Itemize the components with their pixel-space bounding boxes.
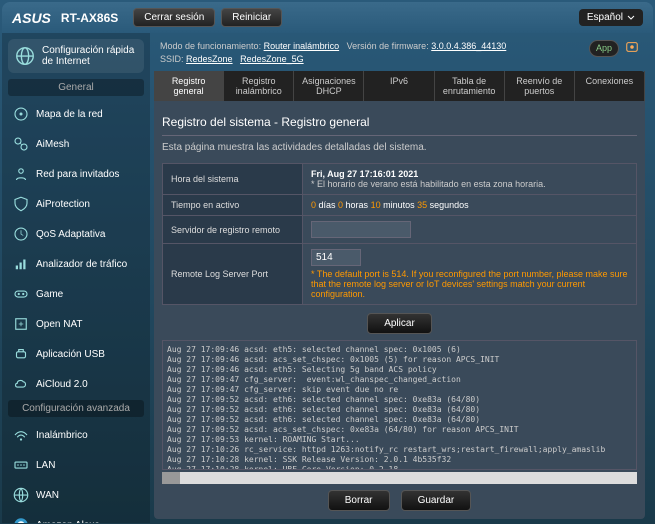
tab-asignaciones-dhcp[interactable]: Asignaciones DHCP <box>294 71 364 101</box>
sidebar-section-general: General <box>8 79 144 96</box>
brand-logo: ASUS <box>12 10 51 26</box>
notification-icon[interactable] <box>625 40 639 54</box>
language-label: Español <box>587 12 623 23</box>
ssid2-link[interactable]: RedesZone_5G <box>240 54 304 64</box>
clear-button[interactable]: Borrar <box>328 490 390 511</box>
sidebar-item-label: QoS Adaptativa <box>36 229 106 240</box>
sidebar-item-mapa-de-la-red[interactable]: Mapa de la red <box>8 100 144 128</box>
sidebar-item-label: Open NAT <box>36 319 83 330</box>
sidebar-item-game[interactable]: Game <box>8 280 144 308</box>
remote-server-label: Servidor de registro remoto <box>163 216 303 244</box>
sidebar-icon <box>12 255 30 273</box>
sidebar-item-amazon-alexa[interactable]: Amazon Alexa <box>8 511 144 523</box>
logout-button[interactable]: Cerrar sesión <box>133 8 215 27</box>
sidebar-item-label: Aplicación USB <box>36 349 105 360</box>
sidebar-quick-setup[interactable]: Configuración rápida de Internet <box>8 39 144 73</box>
tab-registro-general[interactable]: Registro general <box>154 71 224 101</box>
sidebar-icon <box>12 105 30 123</box>
panel-title: Registro del sistema - Registro general <box>162 109 637 136</box>
sidebar-quick-label: Configuración rápida de Internet <box>42 45 138 67</box>
sidebar-icon <box>12 195 30 213</box>
sidebar-item-label: Red para invitados <box>36 169 119 180</box>
sidebar-icon <box>12 135 30 153</box>
tab-ipv6[interactable]: IPv6 <box>364 71 434 101</box>
sidebar-icon <box>12 165 30 183</box>
mode-label: Modo de funcionamiento: <box>160 41 261 51</box>
main-panel: Registro del sistema - Registro general … <box>154 101 645 519</box>
remote-port-input[interactable] <box>311 249 361 266</box>
settings-table: Hora del sistema Fri, Aug 27 17:16:01 20… <box>162 163 637 305</box>
sidebar-icon <box>12 285 30 303</box>
model-name: RT-AX86S <box>61 11 118 25</box>
sidebar-item-red-para-invitados[interactable]: Red para invitados <box>8 160 144 188</box>
systime-value: Fri, Aug 27 17:16:01 2021 <box>311 169 418 179</box>
sidebar-item-label: LAN <box>36 460 55 471</box>
ssid-label: SSID: <box>160 54 184 64</box>
sidebar-item-analizador-de-tr-fico[interactable]: Analizador de tráfico <box>8 250 144 278</box>
fw-link[interactable]: 3.0.0.4.386_44130 <box>431 41 506 51</box>
globe-icon <box>14 45 36 67</box>
systime-label: Hora del sistema <box>163 164 303 195</box>
log-scrollbar-horizontal[interactable] <box>162 472 637 484</box>
sidebar: Configuración rápida de Internet General… <box>2 33 150 523</box>
tab-conexiones[interactable]: Conexiones <box>575 71 645 101</box>
remote-port-label: Remote Log Server Port <box>163 244 303 305</box>
sidebar-icon <box>12 375 30 393</box>
remote-server-input[interactable] <box>311 221 411 238</box>
mode-link[interactable]: Router inalámbrico <box>264 41 340 51</box>
sidebar-item-label: Mapa de la red <box>36 109 103 120</box>
reboot-button[interactable]: Reiniciar <box>221 8 282 27</box>
app-pill[interactable]: App <box>589 40 619 57</box>
sidebar-icon <box>12 516 30 523</box>
sidebar-item-label: AiProtection <box>36 199 90 210</box>
sidebar-item-wan[interactable]: WAN <box>8 481 144 509</box>
apply-button[interactable]: Aplicar <box>367 313 432 334</box>
save-button[interactable]: Guardar <box>401 490 472 511</box>
uptime-label: Tiempo en activo <box>163 195 303 216</box>
sidebar-item-aicloud-2-0[interactable]: AiCloud 2.0 <box>8 370 144 398</box>
sidebar-item-label: Inalámbrico <box>36 430 88 441</box>
sidebar-section-advanced: Configuración avanzada <box>8 400 144 417</box>
sidebar-item-label: Analizador de tráfico <box>36 259 127 270</box>
sidebar-item-inal-mbrico[interactable]: Inalámbrico <box>8 421 144 449</box>
tab-tabla-de-enrutamiento[interactable]: Tabla de enrutamiento <box>435 71 505 101</box>
fw-label: Versión de firmware: <box>347 41 429 51</box>
sidebar-icon <box>12 426 30 444</box>
language-selector[interactable]: Español <box>579 9 643 26</box>
ssid1-link[interactable]: RedesZone <box>186 54 233 64</box>
sidebar-icon <box>12 315 30 333</box>
systime-note: * El horario de verano está habilitado e… <box>311 179 546 189</box>
panel-desc: Esta página muestra las actividades deta… <box>162 142 637 153</box>
sidebar-icon <box>12 486 30 504</box>
tab-reenv-o-de-puertos[interactable]: Reenvío de puertos <box>505 71 575 101</box>
sidebar-item-open-nat[interactable]: Open NAT <box>8 310 144 338</box>
tabs: Registro generalRegistro inalámbricoAsig… <box>154 71 645 101</box>
sidebar-item-aiprotection[interactable]: AiProtection <box>8 190 144 218</box>
sidebar-item-aimesh[interactable]: AiMesh <box>8 130 144 158</box>
uptime-value: 0 días 0 horas 10 minutos 35 segundos <box>303 195 637 216</box>
log-textarea[interactable]: Aug 27 17:09:46 acsd: eth5: selected cha… <box>162 340 637 470</box>
sidebar-item-label: Game <box>36 289 63 300</box>
remote-port-note: * The default port is 514. If you reconf… <box>311 269 628 299</box>
chevron-down-icon <box>627 14 635 22</box>
sidebar-icon <box>12 456 30 474</box>
sidebar-item-label: AiCloud 2.0 <box>36 379 88 390</box>
sidebar-item-label: Amazon Alexa <box>36 520 100 524</box>
tab-registro-inal-mbrico[interactable]: Registro inalámbrico <box>224 71 294 101</box>
sidebar-icon <box>12 345 30 363</box>
sidebar-icon <box>12 225 30 243</box>
sidebar-item-label: AiMesh <box>36 139 69 150</box>
sidebar-item-lan[interactable]: LAN <box>8 451 144 479</box>
sidebar-item-aplicaci-n-usb[interactable]: Aplicación USB <box>8 340 144 368</box>
sidebar-item-label: WAN <box>36 490 59 501</box>
sidebar-item-qos-adaptativa[interactable]: QoS Adaptativa <box>8 220 144 248</box>
